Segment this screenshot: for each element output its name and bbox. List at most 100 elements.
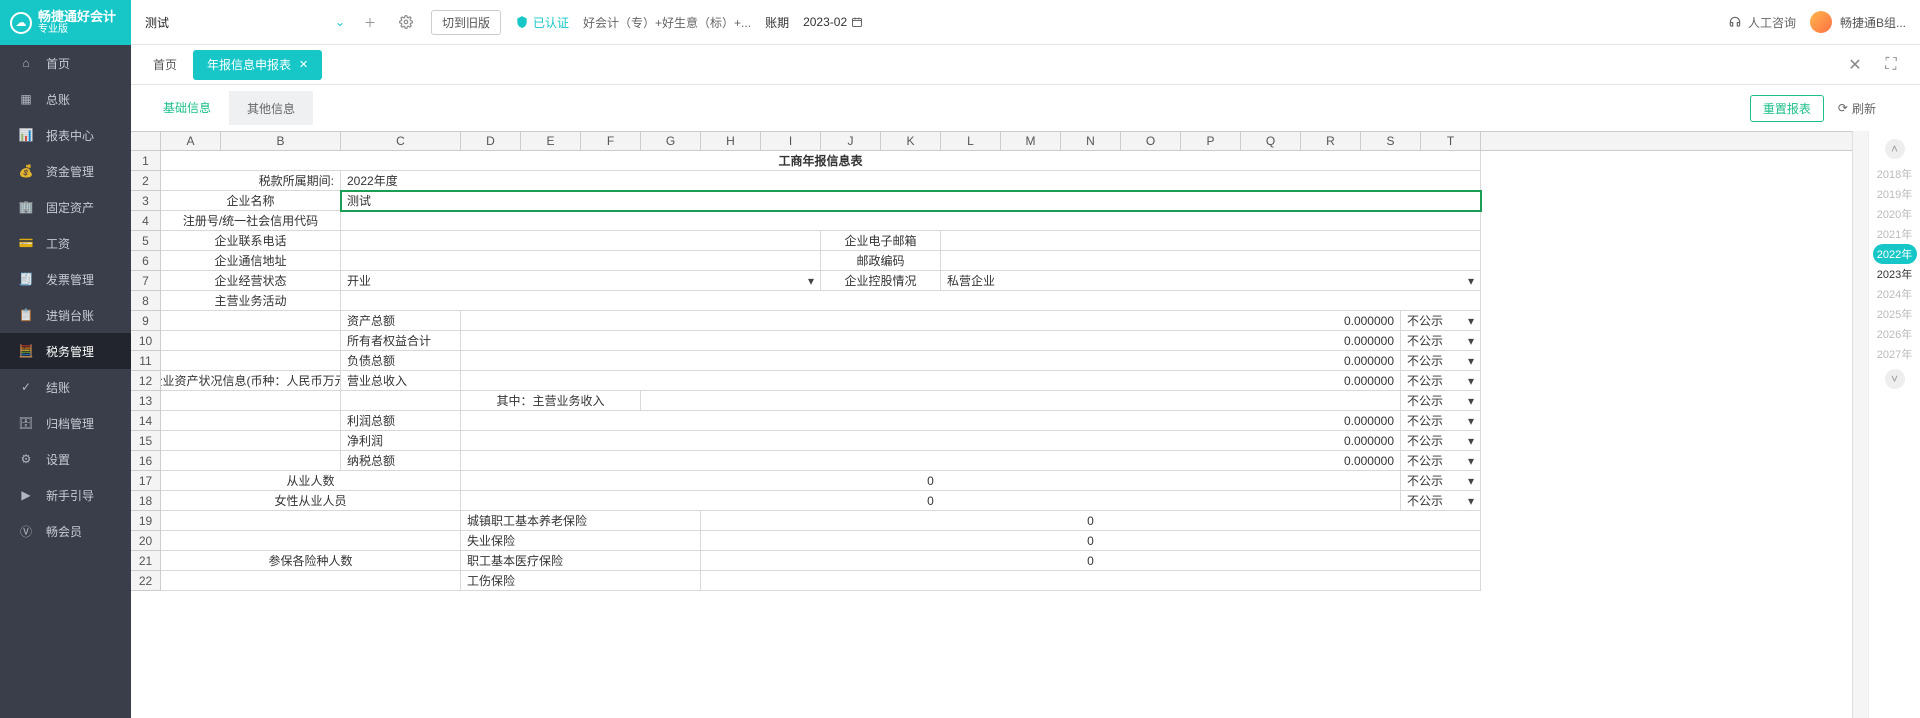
insurance-value[interactable]: 0 — [701, 531, 1481, 551]
row-header[interactable]: 8 — [131, 291, 161, 311]
row-header[interactable]: 1 — [131, 151, 161, 171]
nav-item-archive[interactable]: 🗄归档管理 — [0, 405, 131, 441]
insurance-value[interactable]: 0 — [701, 511, 1481, 531]
close-icon[interactable]: ✕ — [299, 58, 308, 71]
column-header[interactable]: Q — [1241, 132, 1301, 150]
year-option[interactable]: 2026年 — [1873, 324, 1917, 344]
fullscreen-icon[interactable]: ⛶ — [1878, 52, 1904, 78]
support-button[interactable]: 人工咨询 — [1728, 14, 1796, 31]
column-header[interactable]: R — [1301, 132, 1361, 150]
dropdown-icon[interactable]: ▾ — [1468, 394, 1474, 408]
column-header[interactable]: P — [1181, 132, 1241, 150]
row-header[interactable]: 15 — [131, 431, 161, 451]
year-option[interactable]: 2025年 — [1873, 304, 1917, 324]
asset-value[interactable]: 0.000000 — [461, 331, 1401, 351]
row-header[interactable]: 9 — [131, 311, 161, 331]
dropdown-icon[interactable]: ▾ — [1468, 434, 1474, 448]
female-employees-input[interactable]: 0 — [461, 491, 1401, 511]
year-up-icon[interactable]: ˄ — [1885, 139, 1905, 159]
disclosure-select[interactable]: 不公示▾ — [1401, 451, 1481, 471]
row-header[interactable]: 11 — [131, 351, 161, 371]
nav-item-settings[interactable]: ⚙设置 — [0, 441, 131, 477]
asset-value[interactable]: 0.000000 — [461, 411, 1401, 431]
company-name-input[interactable]: 测试 — [341, 191, 1481, 211]
nav-item-invoice[interactable]: 🧾发票管理 — [0, 261, 131, 297]
dropdown-icon[interactable]: ▾ — [1468, 474, 1474, 488]
column-header[interactable]: A — [161, 132, 221, 150]
nav-item-asset[interactable]: 🏢固定资产 — [0, 189, 131, 225]
period-select[interactable]: 2023-02 — [803, 15, 863, 29]
column-header[interactable]: T — [1421, 132, 1481, 150]
disclosure-select[interactable]: 不公示▾ — [1401, 431, 1481, 451]
page-tab[interactable]: 年报信息申报表✕ — [193, 50, 322, 80]
nav-item-tax[interactable]: 🧮税务管理 — [0, 333, 131, 369]
row-header[interactable]: 3 — [131, 191, 161, 211]
dropdown-icon[interactable]: ▾ — [1468, 274, 1474, 288]
disclosure-select[interactable]: 不公示▾ — [1401, 471, 1481, 491]
row-header[interactable]: 10 — [131, 331, 161, 351]
column-header[interactable]: J — [821, 132, 881, 150]
column-header[interactable]: K — [881, 132, 941, 150]
disclosure-select[interactable]: 不公示▾ — [1401, 491, 1481, 511]
column-header[interactable]: E — [521, 132, 581, 150]
row-header[interactable]: 20 — [131, 531, 161, 551]
nav-item-guide[interactable]: ▶新手引导 — [0, 477, 131, 513]
disclosure-select[interactable]: 不公示▾ — [1401, 391, 1481, 411]
year-option[interactable]: 2024年 — [1873, 284, 1917, 304]
holding-select[interactable]: 私营企业▾ — [941, 271, 1481, 291]
refresh-button[interactable]: ⟳ 刷新 — [1838, 100, 1876, 117]
column-header[interactable]: D — [461, 132, 521, 150]
row-header[interactable]: 22 — [131, 571, 161, 591]
add-icon[interactable]: ＋ — [359, 11, 381, 33]
column-header[interactable]: O — [1121, 132, 1181, 150]
row-header[interactable]: 16 — [131, 451, 161, 471]
gear-icon[interactable] — [395, 11, 417, 33]
row-header[interactable]: 13 — [131, 391, 161, 411]
disclosure-select[interactable]: 不公示▾ — [1401, 351, 1481, 371]
spreadsheet[interactable]: ABCDEFGHIJKLMNOPQRST 1工商年报信息表2税款所属期间:202… — [131, 131, 1852, 718]
year-option[interactable]: 2027年 — [1873, 344, 1917, 364]
column-header[interactable]: N — [1061, 132, 1121, 150]
row-header[interactable]: 17 — [131, 471, 161, 491]
column-header[interactable]: H — [701, 132, 761, 150]
insurance-value[interactable]: 0 — [701, 551, 1481, 571]
year-option[interactable]: 2019年 — [1873, 184, 1917, 204]
reset-report-button[interactable]: 重置报表 — [1750, 95, 1824, 122]
row-header[interactable]: 2 — [131, 171, 161, 191]
asset-value[interactable] — [641, 391, 1401, 411]
column-header[interactable]: S — [1361, 132, 1421, 150]
column-header[interactable]: G — [641, 132, 701, 150]
page-tab[interactable]: 首页 — [139, 50, 191, 80]
year-down-icon[interactable]: ˅ — [1885, 369, 1905, 389]
row-header[interactable]: 5 — [131, 231, 161, 251]
tax-period-value[interactable]: 2022年度 — [341, 171, 1481, 191]
user-menu[interactable]: 畅捷通B组... — [1810, 11, 1906, 33]
switch-old-button[interactable]: 切到旧版 — [431, 10, 501, 35]
company-select[interactable]: 测试 ⌄ — [145, 14, 345, 31]
column-header[interactable]: B — [221, 132, 341, 150]
select-all-corner[interactable] — [131, 132, 161, 150]
dropdown-icon[interactable]: ▾ — [1468, 454, 1474, 468]
column-header[interactable]: C — [341, 132, 461, 150]
asset-value[interactable]: 0.000000 — [461, 451, 1401, 471]
dropdown-icon[interactable]: ▾ — [1468, 494, 1474, 508]
dropdown-icon[interactable]: ▾ — [1468, 354, 1474, 368]
disclosure-select[interactable]: 不公示▾ — [1401, 411, 1481, 431]
row-header[interactable]: 18 — [131, 491, 161, 511]
asset-value[interactable]: 0.000000 — [461, 311, 1401, 331]
nav-item-ledger[interactable]: ▦总账 — [0, 81, 131, 117]
close-all-tabs-icon[interactable]: ✕ — [1842, 52, 1868, 78]
nav-item-home[interactable]: ⌂首页 — [0, 45, 131, 81]
nav-item-chart[interactable]: 📊报表中心 — [0, 117, 131, 153]
column-header[interactable]: F — [581, 132, 641, 150]
sub-tab[interactable]: 其他信息 — [229, 91, 313, 125]
row-header[interactable]: 21 — [131, 551, 161, 571]
sub-tab[interactable]: 基础信息 — [145, 91, 229, 125]
disclosure-select[interactable]: 不公示▾ — [1401, 311, 1481, 331]
postcode-input[interactable] — [941, 251, 1481, 271]
column-header[interactable]: M — [1001, 132, 1061, 150]
insurance-value[interactable] — [701, 571, 1481, 591]
disclosure-select[interactable]: 不公示▾ — [1401, 331, 1481, 351]
asset-value[interactable]: 0.000000 — [461, 371, 1401, 391]
status-select[interactable]: 开业▾ — [341, 271, 821, 291]
